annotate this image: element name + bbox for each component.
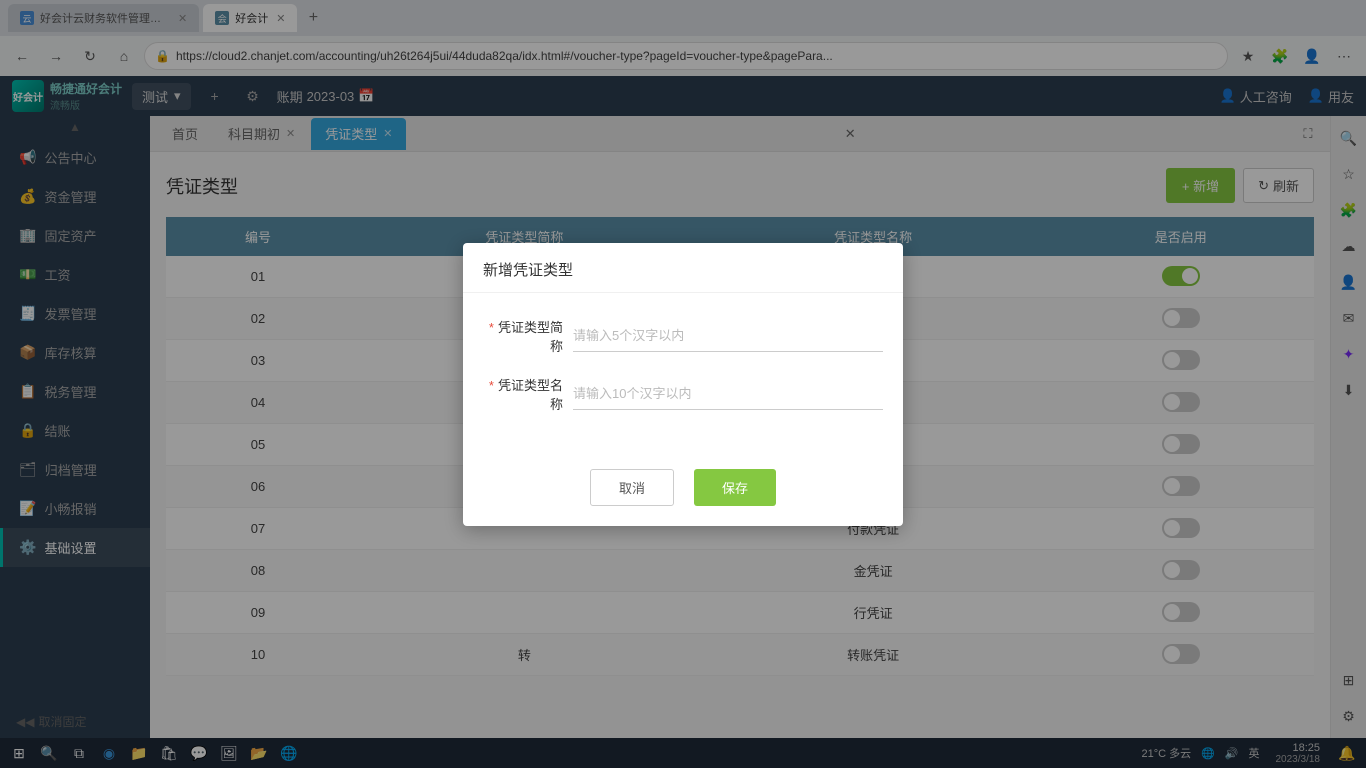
save-button[interactable]: 保存 — [694, 469, 776, 506]
short-name-row: *凭证类型简称 — [483, 317, 883, 355]
required-mark-2: * — [489, 378, 494, 393]
full-name-row: *凭证类型名称 — [483, 375, 883, 413]
cancel-button[interactable]: 取消 — [590, 469, 674, 506]
required-mark-1: * — [489, 320, 494, 335]
modal-footer: 取消 保存 — [463, 457, 903, 526]
short-name-label: *凭证类型简称 — [483, 317, 573, 355]
new-voucher-modal: 新增凭证类型 *凭证类型简称 *凭证类型名称 取消 保存 — [463, 243, 903, 526]
modal-title: 新增凭证类型 — [483, 262, 573, 279]
full-name-input[interactable] — [573, 378, 883, 410]
full-name-label: *凭证类型名称 — [483, 375, 573, 413]
modal-overlay: 新增凭证类型 *凭证类型简称 *凭证类型名称 取消 保存 — [0, 0, 1366, 768]
modal-body: *凭证类型简称 *凭证类型名称 — [463, 293, 903, 457]
modal-header: 新增凭证类型 — [463, 243, 903, 293]
short-name-input[interactable] — [573, 320, 883, 352]
